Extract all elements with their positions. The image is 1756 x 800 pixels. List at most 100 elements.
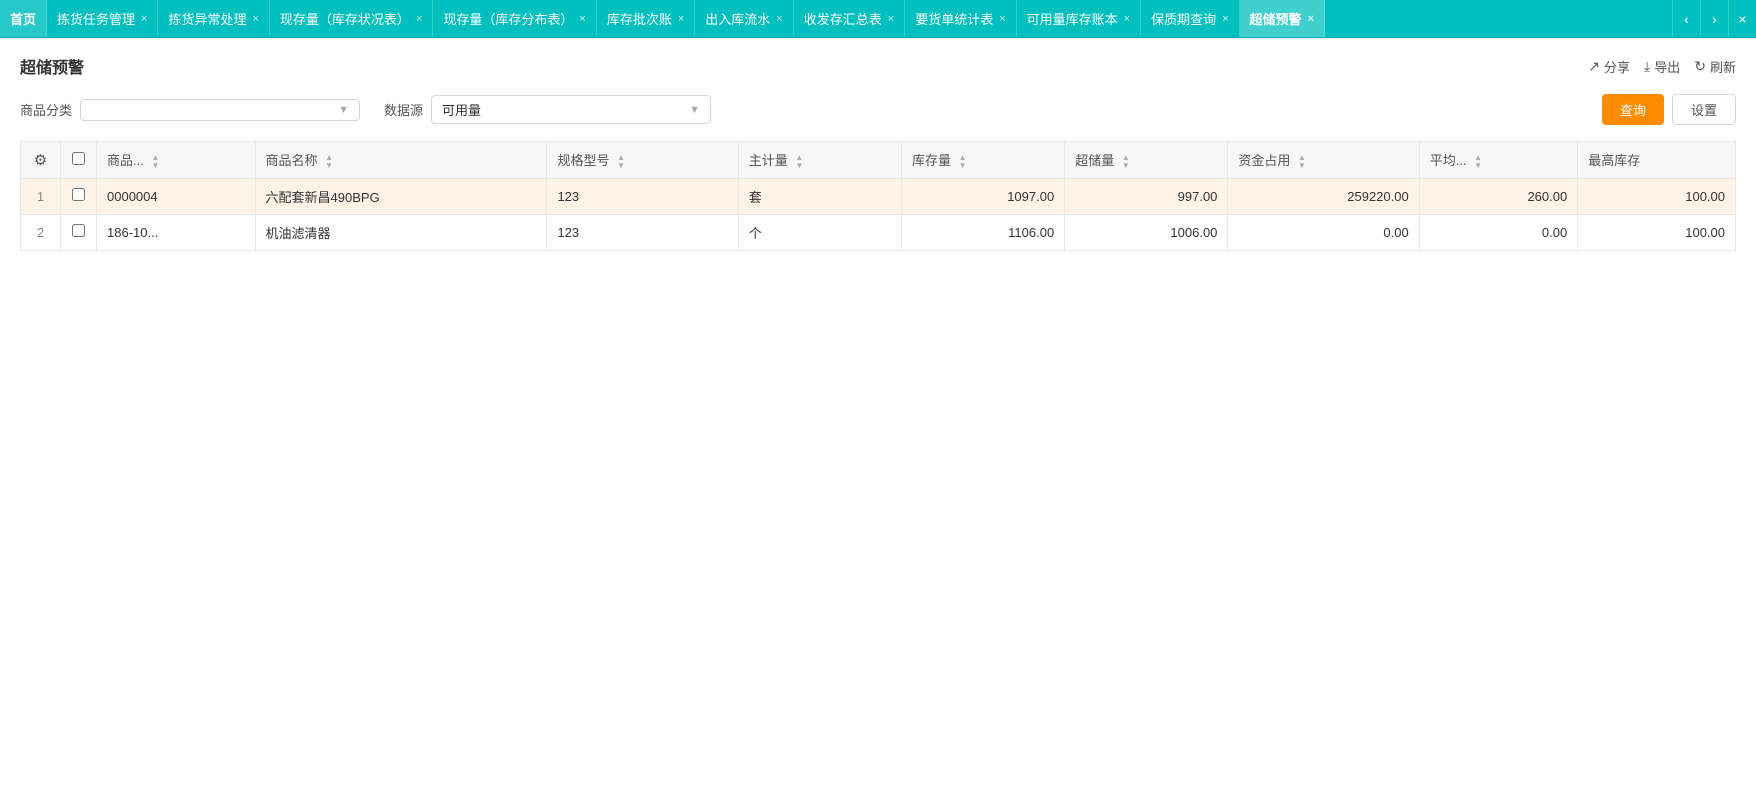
nav-tab-label: 拣货任务管理	[57, 9, 135, 28]
th-settings[interactable]: ⚙	[21, 142, 61, 179]
share-action[interactable]: ↗ 分享	[1588, 57, 1630, 76]
nav-tab-tab11[interactable]: 超储预警 ×	[1240, 0, 1325, 38]
export-action[interactable]: ⤓ 导出	[1644, 57, 1680, 76]
nav-tab-tab6[interactable]: 出入库流水×	[695, 0, 793, 38]
cell-overstock: 997.00	[1065, 178, 1228, 214]
nav-tab-label: 超储预警	[1250, 9, 1302, 28]
th-avg[interactable]: 平均... ▲▼	[1419, 142, 1578, 179]
export-icon: ⤓	[1644, 58, 1650, 75]
cell-capital: 0.00	[1228, 214, 1419, 250]
th-max-stock[interactable]: 最高库存	[1578, 142, 1736, 179]
nav-tab-tab1[interactable]: 拣货任务管理 ×	[47, 0, 158, 38]
filter-bar: 商品分类 ▼ 数据源 可用量 ▼ 查询 设置	[20, 94, 1736, 125]
row-check[interactable]	[61, 178, 97, 214]
nav-tab-label: 可用量库存账本	[1027, 9, 1118, 28]
row-checkbox[interactable]	[72, 224, 85, 237]
table-row: 2 186-10... 机油滤清器 123 个 1106.00 1006.00 …	[21, 214, 1736, 250]
nav-tab-close[interactable]: ×	[999, 13, 1005, 25]
nav-arrow-right[interactable]: ›	[1700, 0, 1728, 38]
th-unit-label: 主计量	[749, 153, 788, 168]
nav-tab-close[interactable]: ×	[776, 13, 782, 25]
cell-product-name: 六配套新昌490BPG	[255, 178, 547, 214]
export-label: 导出	[1654, 57, 1680, 76]
nav-tab-close[interactable]: ×	[416, 13, 422, 25]
sort-icon-avg: ▲▼	[1474, 154, 1482, 170]
select-all-checkbox[interactable]	[72, 152, 85, 165]
th-spec[interactable]: 规格型号 ▲▼	[547, 142, 738, 179]
nav-tab-tab10[interactable]: 保质期查询×	[1141, 0, 1239, 38]
filter-product-category: 商品分类 ▼	[20, 99, 360, 121]
cell-unit: 套	[738, 178, 901, 214]
share-icon: ↗	[1588, 58, 1600, 75]
row-check[interactable]	[61, 214, 97, 250]
query-button[interactable]: 查询	[1602, 94, 1664, 125]
nav-tab-close[interactable]: ×	[678, 13, 684, 25]
th-product-code-label: 商品...	[107, 153, 144, 168]
th-spec-label: 规格型号	[557, 153, 609, 168]
cell-stock: 1097.00	[901, 178, 1064, 214]
top-nav: 首页 拣货任务管理×拣货异常处理×现存量（库存状况表）×现存量（库存分布表）×库…	[0, 0, 1756, 38]
row-num: 2	[21, 214, 61, 250]
th-stock[interactable]: 库存量 ▲▼	[901, 142, 1064, 179]
refresh-action[interactable]: ↻ 刷新	[1694, 57, 1736, 76]
cell-max-stock: 100.00	[1578, 178, 1736, 214]
nav-tab-tab5[interactable]: 库存批次账×	[597, 0, 695, 38]
nav-tab-close[interactable]: ×	[252, 13, 258, 25]
gear-icon[interactable]: ⚙	[34, 152, 47, 169]
cell-unit: 个	[738, 214, 901, 250]
cell-product-name: 机油滤清器	[255, 214, 547, 250]
page-header: 超储预警 ↗ 分享 ⤓ 导出 ↻ 刷新	[20, 54, 1736, 78]
th-product-code[interactable]: 商品... ▲▼	[97, 142, 256, 179]
nav-tab-label: 收发存汇总表	[804, 9, 882, 28]
th-unit[interactable]: 主计量 ▲▼	[738, 142, 901, 179]
cell-avg: 0.00	[1419, 214, 1578, 250]
th-check[interactable]	[61, 142, 97, 179]
row-num: 1	[21, 178, 61, 214]
nav-tab-close[interactable]: ×	[141, 13, 147, 25]
sort-icon-overstock: ▲▼	[1122, 154, 1130, 170]
cell-spec: 123	[547, 214, 738, 250]
table-header-row: ⚙ 商品... ▲▼ 商品名称 ▲▼ 规格型号 ▲▼ 主计	[21, 142, 1736, 179]
nav-close-btn[interactable]: ×	[1728, 0, 1756, 38]
filter-data-source: 数据源 可用量 ▼	[384, 95, 711, 124]
filter-data-source-label: 数据源	[384, 100, 423, 119]
th-overstock[interactable]: 超储量 ▲▼	[1065, 142, 1228, 179]
cell-product-code: 0000004	[97, 178, 256, 214]
th-avg-label: 平均...	[1430, 153, 1467, 168]
nav-tab-tab3[interactable]: 现存量（库存状况表）×	[270, 0, 433, 38]
cell-max-stock: 100.00	[1578, 214, 1736, 250]
nav-tab-tab2[interactable]: 拣货异常处理×	[158, 0, 269, 38]
nav-tab-label: 现存量（库存分布表）	[443, 9, 573, 28]
cell-spec: 123	[547, 178, 738, 214]
nav-tab-close[interactable]: ×	[579, 13, 585, 25]
data-table: ⚙ 商品... ▲▼ 商品名称 ▲▼ 规格型号 ▲▼ 主计	[20, 141, 1736, 251]
nav-tab-close[interactable]: ×	[1124, 13, 1130, 25]
nav-tab-tab8[interactable]: 要货单统计表×	[905, 0, 1016, 38]
nav-tab-tab7[interactable]: 收发存汇总表 ×	[794, 0, 905, 38]
refresh-label: 刷新	[1710, 57, 1736, 76]
nav-tab-close[interactable]: ×	[1308, 13, 1314, 25]
nav-home[interactable]: 首页	[0, 0, 47, 38]
nav-tab-close[interactable]: ×	[1222, 13, 1228, 25]
sort-icon-unit: ▲▼	[795, 154, 803, 170]
settings-button[interactable]: 设置	[1672, 94, 1736, 125]
nav-tab-tab9[interactable]: 可用量库存账本 ×	[1017, 0, 1141, 38]
nav-tab-tab4[interactable]: 现存量（库存分布表） ×	[433, 0, 596, 38]
sort-icon-spec: ▲▼	[617, 154, 625, 170]
table-row: 1 0000004 六配套新昌490BPG 123 套 1097.00 997.…	[21, 178, 1736, 214]
th-capital[interactable]: 资金占用 ▲▼	[1228, 142, 1419, 179]
share-label: 分享	[1604, 57, 1630, 76]
product-category-select[interactable]: ▼	[80, 99, 360, 121]
page-title: 超储预警	[20, 54, 84, 78]
page-content: 超储预警 ↗ 分享 ⤓ 导出 ↻ 刷新 商品分类 ▼ 数据源	[0, 38, 1756, 800]
cell-avg: 260.00	[1419, 178, 1578, 214]
sort-icon-stock: ▲▼	[959, 154, 967, 170]
nav-tab-close[interactable]: ×	[888, 13, 894, 25]
sort-icon-capital: ▲▼	[1298, 154, 1306, 170]
sort-icon-product-code: ▲▼	[151, 154, 159, 170]
th-product-name[interactable]: 商品名称 ▲▼	[255, 142, 547, 179]
data-source-select[interactable]: 可用量 ▼	[431, 95, 711, 124]
nav-arrow-left[interactable]: ‹	[1672, 0, 1700, 38]
filter-buttons: 查询 设置	[1602, 94, 1736, 125]
row-checkbox[interactable]	[72, 188, 85, 201]
